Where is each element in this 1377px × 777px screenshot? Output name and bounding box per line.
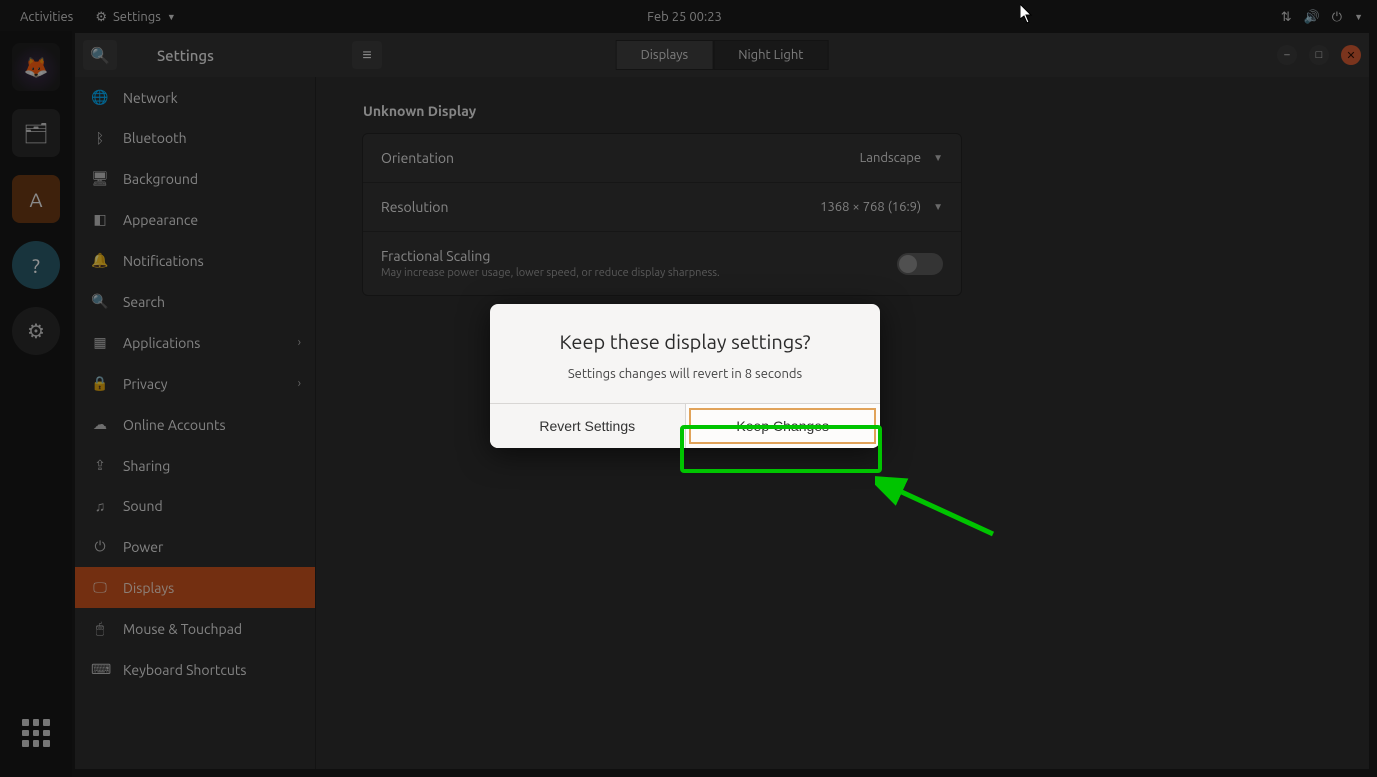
revert-settings-button[interactable]: Revert Settings: [490, 404, 685, 448]
keep-changes-button[interactable]: Keep Changes: [685, 404, 881, 448]
dialog-title: Keep these display settings?: [514, 330, 856, 353]
keep-settings-dialog: Keep these display settings? Settings ch…: [490, 304, 880, 448]
dialog-message: Settings changes will revert in 8 second…: [514, 367, 856, 381]
